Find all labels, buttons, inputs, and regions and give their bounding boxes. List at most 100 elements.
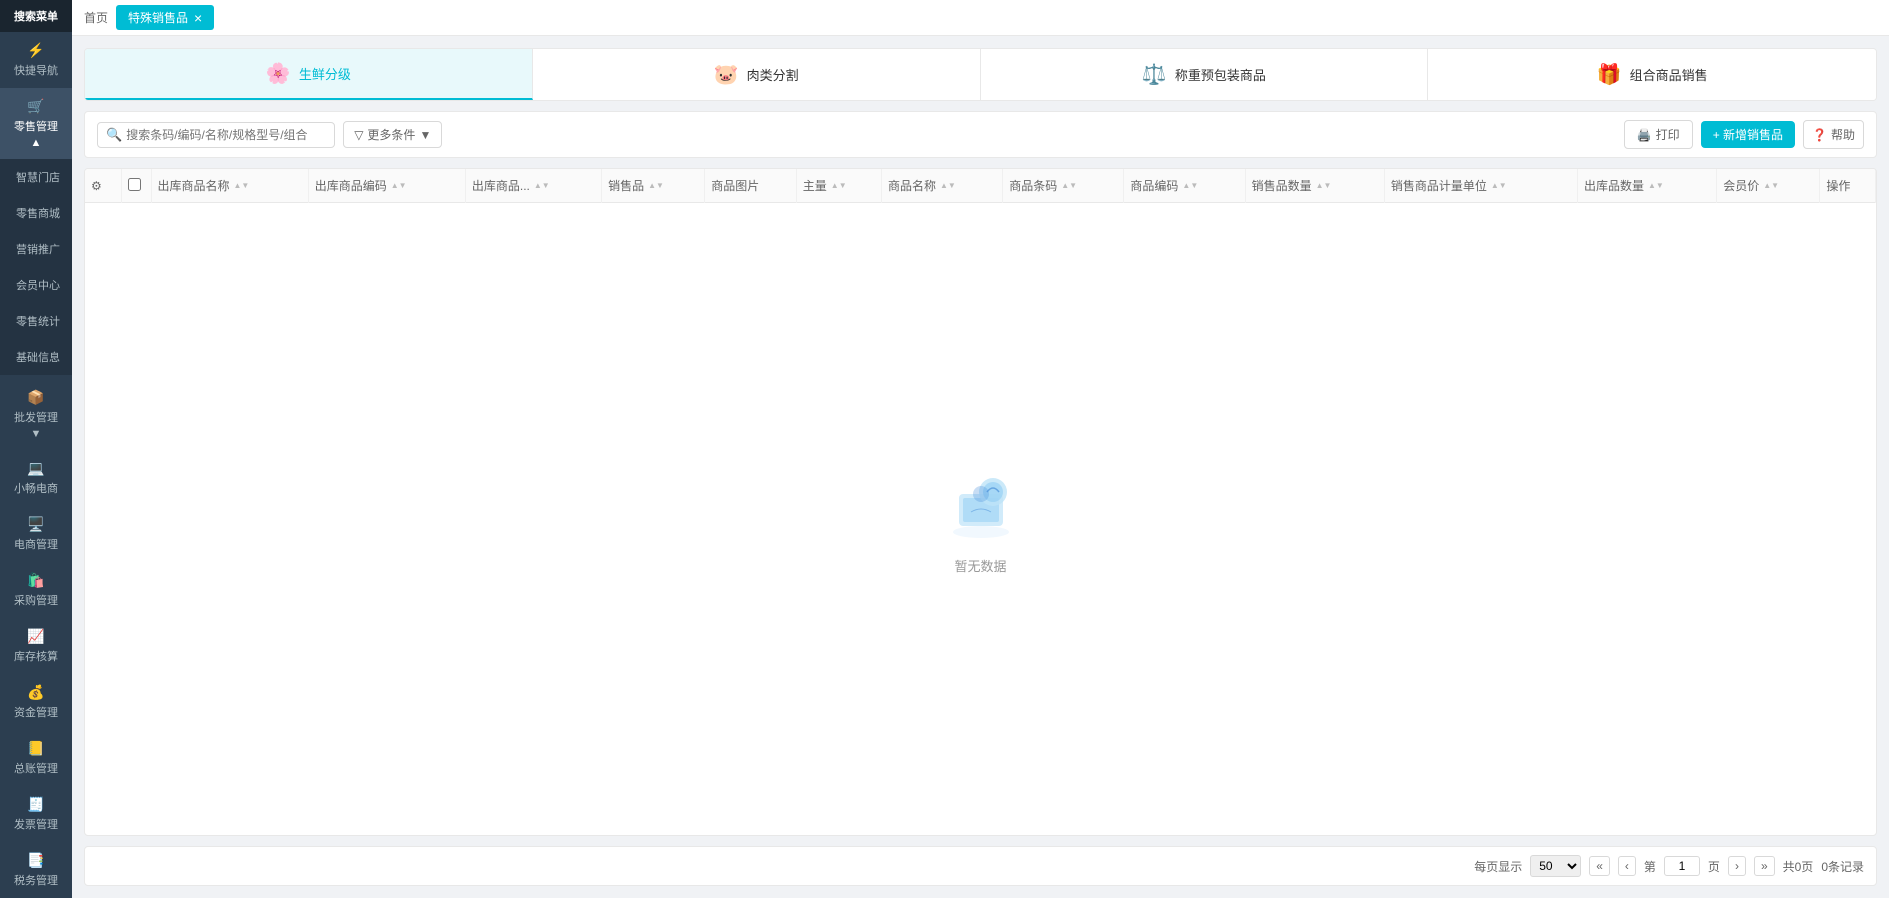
sort-icons: ▲▼ bbox=[1763, 181, 1779, 190]
sort-icons: ▲▼ bbox=[831, 181, 847, 190]
search-input[interactable] bbox=[126, 128, 326, 142]
col-checkbox[interactable] bbox=[121, 169, 151, 203]
sidebar-item-purchase[interactable]: 🛍️ 采购管理 bbox=[0, 562, 72, 618]
col-sale-unit[interactable]: 销售商品计量单位 ▲▼ bbox=[1384, 169, 1577, 203]
col-main-qty[interactable]: 主量 ▲▼ bbox=[796, 169, 881, 203]
table-header-row: ⚙ 出库商品名称 ▲▼ 出库 bbox=[85, 169, 1876, 203]
finance-icon: 💰 bbox=[27, 684, 44, 701]
smartstore-label: 智慧门店 bbox=[16, 169, 60, 185]
col-text: 商品条码 bbox=[1009, 177, 1057, 194]
sort-icons: ▲▼ bbox=[1316, 181, 1332, 190]
sort-icons: ▲▼ bbox=[940, 181, 956, 190]
finance-label: 资金管理 bbox=[14, 704, 58, 720]
sort-icons: ▲▼ bbox=[391, 181, 407, 190]
ecommerce-small-icon: 💻 bbox=[27, 460, 44, 477]
col-product-image: 商品图片 bbox=[705, 169, 796, 203]
sidebar-item-basicinfo[interactable]: 基础信息 bbox=[0, 339, 72, 375]
sidebar-item-retailmall[interactable]: 零售商城 bbox=[0, 195, 72, 231]
add-label: + 新增销售品 bbox=[1713, 126, 1783, 143]
sidebar-item-ledger[interactable]: 📒 总账管理 bbox=[0, 730, 72, 786]
print-label: 打印 bbox=[1656, 126, 1680, 143]
cat-tab-combo[interactable]: 🎁 组合商品销售 bbox=[1428, 49, 1876, 100]
col-outbound-name[interactable]: 出库商品名称 ▲▼ bbox=[151, 169, 308, 203]
inventory-icon: 📈 bbox=[27, 628, 44, 645]
col-barcode[interactable]: 商品条码 ▲▼ bbox=[1003, 169, 1124, 203]
sidebar-item-member[interactable]: 会员中心 bbox=[0, 267, 72, 303]
basicinfo-label: 基础信息 bbox=[16, 349, 60, 365]
per-page-select[interactable]: 10 20 50 100 bbox=[1530, 855, 1581, 877]
col-outbound-misc[interactable]: 出库商品... ▲▼ bbox=[465, 169, 601, 203]
inventory-label: 库存核算 bbox=[14, 648, 58, 664]
prev-page-button[interactable]: ‹ bbox=[1618, 856, 1636, 876]
col-text: 销售商品计量单位 bbox=[1391, 177, 1487, 194]
sidebar-item-marketing[interactable]: 营销推广 bbox=[0, 231, 72, 267]
col-product-code[interactable]: 商品编码 ▲▼ bbox=[1124, 169, 1245, 203]
col-text: 出库商品名称 bbox=[158, 177, 230, 194]
page-unit: 页 bbox=[1708, 858, 1720, 875]
cat-tab-meat[interactable]: 🐷 肉类分割 bbox=[533, 49, 981, 100]
marketing-label: 营销推广 bbox=[16, 241, 60, 257]
fresh-icon: 🌸 bbox=[266, 61, 291, 86]
sidebar-item-inventory[interactable]: 📈 库存核算 bbox=[0, 618, 72, 674]
sidebar-item-retail[interactable]: 🛒 零售管理 ▲ bbox=[0, 88, 72, 159]
sidebar-item-smartstore[interactable]: 智慧门店 bbox=[0, 159, 72, 195]
home-link[interactable]: 首页 bbox=[84, 9, 108, 26]
col-label: 出库商品编码 ▲▼ bbox=[315, 177, 407, 194]
page-input[interactable] bbox=[1664, 856, 1700, 876]
sidebar-item-retailstat[interactable]: 零售统计 bbox=[0, 303, 72, 339]
col-text: 销售品 bbox=[608, 177, 644, 194]
sidebar-item-ecommerce-small[interactable]: 💻 小畅电商 bbox=[0, 450, 72, 506]
sidebar-item-finance[interactable]: 💰 资金管理 bbox=[0, 674, 72, 730]
cat-tab-fresh[interactable]: 🌸 生鲜分级 bbox=[85, 49, 533, 100]
select-all-checkbox[interactable] bbox=[128, 178, 141, 191]
ledger-icon: 📒 bbox=[27, 740, 44, 757]
col-out-qty[interactable]: 出库品数量 ▲▼ bbox=[1577, 169, 1716, 203]
wholesale-label: 批发管理 bbox=[14, 409, 58, 425]
sidebar-item-tax[interactable]: 📑 税务管理 bbox=[0, 842, 72, 898]
filter-arrow-icon: ▼ bbox=[419, 128, 431, 142]
sort-icons: ▲▼ bbox=[648, 181, 664, 190]
data-table: ⚙ 出库商品名称 ▲▼ 出库 bbox=[85, 169, 1876, 203]
sort-icons: ▲▼ bbox=[234, 181, 250, 190]
col-product-name[interactable]: 商品名称 ▲▼ bbox=[882, 169, 1003, 203]
fresh-label: 生鲜分级 bbox=[299, 64, 351, 83]
last-page-button[interactable]: » bbox=[1754, 856, 1775, 876]
help-button[interactable]: ❓ 帮助 bbox=[1803, 120, 1864, 149]
purchase-label: 采购管理 bbox=[14, 592, 58, 608]
search-icon: 🔍 bbox=[106, 127, 122, 143]
toolbar: 🔍 ▽ 更多条件 ▼ 🖨️ 打印 + 新增销售品 ❓ bbox=[84, 111, 1877, 158]
meat-label: 肉类分割 bbox=[747, 65, 799, 84]
sidebar-item-wholesale[interactable]: 📦 批发管理 ▼ bbox=[0, 379, 72, 450]
col-settings[interactable]: ⚙ bbox=[85, 169, 121, 203]
retailmall-label: 零售商城 bbox=[16, 205, 60, 221]
close-tab-button[interactable]: × bbox=[194, 11, 202, 25]
member-label: 会员中心 bbox=[16, 277, 60, 293]
sidebar-item-ecommerce-mgmt[interactable]: 🖥️ 电商管理 bbox=[0, 506, 72, 562]
search-box[interactable]: 🔍 bbox=[97, 122, 335, 148]
sidebar-item-quicknav[interactable]: ⚡ 快捷导航 bbox=[0, 32, 72, 88]
filter-button[interactable]: ▽ 更多条件 ▼ bbox=[343, 121, 442, 148]
purchase-icon: 🛍️ bbox=[27, 572, 44, 589]
active-tab[interactable]: 特殊销售品 × bbox=[116, 5, 214, 30]
next-page-button[interactable]: › bbox=[1728, 856, 1746, 876]
page-label: 第 bbox=[1644, 858, 1656, 875]
col-text: 会员价 bbox=[1723, 177, 1759, 194]
add-product-button[interactable]: + 新增销售品 bbox=[1701, 121, 1795, 148]
page-content: 🌸 生鲜分级 🐷 肉类分割 ⚖️ 称重预包装商品 🎁 组合商品销售 🔍 bbox=[72, 36, 1889, 898]
col-outbound-code[interactable]: 出库商品编码 ▲▼ bbox=[308, 169, 465, 203]
settings-icon: ⚙ bbox=[91, 179, 102, 193]
col-sale-product[interactable]: 销售品 ▲▼ bbox=[602, 169, 705, 203]
category-tabs: 🌸 生鲜分级 🐷 肉类分割 ⚖️ 称重预包装商品 🎁 组合商品销售 bbox=[84, 48, 1877, 101]
col-sale-qty[interactable]: 销售品数量 ▲▼ bbox=[1245, 169, 1384, 203]
sidebar-item-invoice[interactable]: 🧾 发票管理 bbox=[0, 786, 72, 842]
first-page-button[interactable]: « bbox=[1589, 856, 1610, 876]
sidebar-logo[interactable]: 搜索菜单 bbox=[0, 0, 72, 32]
empty-illustration bbox=[941, 464, 1021, 544]
main-content: 首页 特殊销售品 × 🌸 生鲜分级 🐷 肉类分割 ⚖️ 称重预包装商品 🎁 组合… bbox=[72, 0, 1889, 898]
total-pages: 共0页 bbox=[1783, 858, 1814, 875]
cat-tab-weight[interactable]: ⚖️ 称重预包装商品 bbox=[981, 49, 1429, 100]
sort-icons: ▲▼ bbox=[1061, 181, 1077, 190]
col-member-price[interactable]: 会员价 ▲▼ bbox=[1717, 169, 1820, 203]
empty-text: 暂无数据 bbox=[954, 556, 1006, 575]
print-button[interactable]: 🖨️ 打印 bbox=[1624, 120, 1693, 149]
